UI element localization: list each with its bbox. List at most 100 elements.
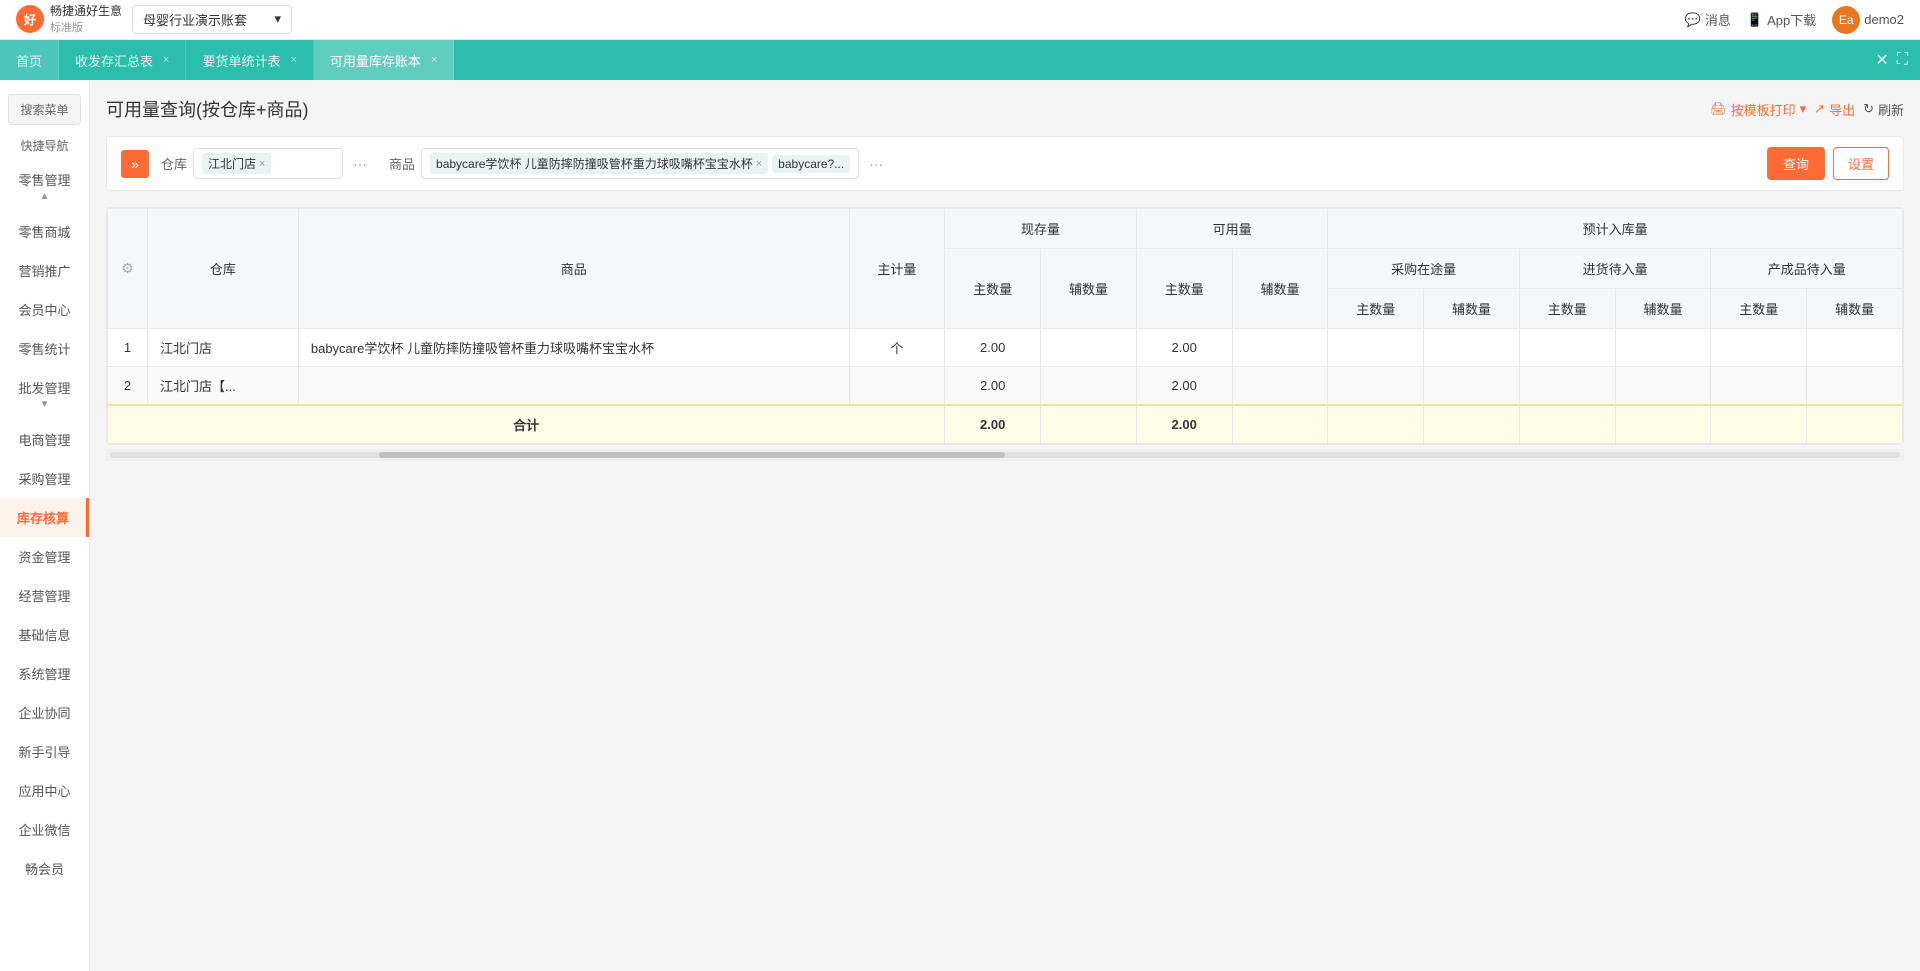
query-button[interactable]: 查询 (1767, 147, 1825, 180)
chevron-icon: ▲ (40, 191, 50, 202)
tab-available-stock-close[interactable]: × (431, 54, 437, 66)
purchase-group-header: 采购在途量 (1328, 249, 1520, 289)
row1-index: 1 (108, 329, 148, 367)
sidebar-item-app-center[interactable]: 应用中心 (0, 771, 89, 810)
sidebar-item-inventory[interactable]: 库存核算 (0, 498, 89, 537)
filter-toggle-btn[interactable]: » (121, 150, 149, 178)
sidebar-item-system[interactable]: 系统管理 (0, 654, 89, 693)
tab-stock-summary[interactable]: 收发存汇总表 × (59, 40, 186, 80)
row1-produce-sub (1807, 329, 1903, 367)
footer-stock-main: 2.00 (945, 405, 1041, 444)
horizontal-scrollbar[interactable] (106, 449, 1904, 461)
row2-avail-sub (1232, 367, 1328, 406)
incoming-sub-header: 辅数量 (1615, 289, 1711, 329)
tab-spacer (454, 40, 1863, 80)
sidebar-item-operations[interactable]: 经营管理 (0, 576, 89, 615)
template-print-label: 按模板打印 (1731, 100, 1796, 119)
unit-col-header: 主计量 (849, 209, 945, 329)
settings-col-header: ⚙ (108, 209, 148, 329)
row2-stock-main: 2.00 (945, 367, 1041, 406)
sidebar-item-wholesale[interactable]: 批发管理 ▼ (0, 368, 89, 420)
goods-tag-2-text: babycare?... (778, 157, 844, 171)
footer-avail-main: 2.00 (1136, 405, 1232, 444)
row2-goods (298, 367, 849, 406)
table-header-row-1: ⚙ 仓库 商品 主计量 现存量 可用量 预计入库量 (108, 209, 1903, 249)
warehouse-filter-input[interactable]: 江北门店 × (193, 148, 343, 179)
scrollbar-thumb[interactable] (379, 452, 1006, 458)
search-menu-btn[interactable]: 搜索菜单 (8, 94, 81, 125)
tab-order-stats-label: 要货单统计表 (202, 51, 280, 70)
sidebar-item-finance[interactable]: 资金管理 (0, 537, 89, 576)
sidebar-item-wholesale-label: 批发管理 (18, 378, 70, 397)
close-window-icon[interactable]: ✕ (1875, 50, 1888, 70)
export-btn[interactable]: ↗ 导出 (1814, 100, 1855, 119)
main-layout: 搜索菜单 快捷导航 零售管理 ▲ 零售商城 营销推广 会员中心 零售统计 批发管… (0, 80, 1920, 971)
table-row: 1 江北门店 babycare学饮杯 儿童防摔防撞吸管杯重力球吸嘴杯宝宝水杯 个… (108, 329, 1903, 367)
forecast-group-header: 预计入库量 (1328, 209, 1903, 249)
sidebar-item-guide[interactable]: 新手引导 (0, 732, 89, 771)
chevron-down-print-icon: ▾ (1800, 101, 1807, 117)
tab-order-stats[interactable]: 要货单统计表 × (186, 40, 313, 80)
row2-index: 2 (108, 367, 148, 406)
tab-home-label: 首页 (16, 51, 42, 70)
chevron-down-icon: ▾ (274, 11, 281, 27)
sidebar-item-member[interactable]: 会员中心 (0, 290, 89, 329)
row2-avail-main: 2.00 (1136, 367, 1232, 406)
export-icon: ↗ (1814, 101, 1825, 117)
user-area[interactable]: Ea demo2 (1832, 6, 1904, 34)
row2-unit (849, 367, 945, 406)
goods-tag-1: babycare学饮杯 儿童防摔防撞吸管杯重力球吸嘴杯宝宝水杯 × (430, 153, 768, 174)
sidebar-item-basic-info-label: 基础信息 (18, 625, 70, 644)
stock-main-header: 主数量 (945, 249, 1041, 329)
sidebar-item-purchase[interactable]: 采购管理 (0, 459, 89, 498)
quick-nav-label[interactable]: 快捷导航 (0, 131, 89, 160)
tab-stock-summary-close[interactable]: × (163, 54, 169, 66)
scrollbar-track (110, 452, 1900, 458)
tab-order-stats-close[interactable]: × (290, 54, 296, 66)
goods-tag-1-text: babycare学饮杯 儿童防摔防撞吸管杯重力球吸嘴杯宝宝水杯 (436, 155, 753, 172)
row1-goods: babycare学饮杯 儿童防摔防撞吸管杯重力球吸嘴杯宝宝水杯 (298, 329, 849, 367)
incoming-main-header: 主数量 (1519, 289, 1615, 329)
data-table: ⚙ 仓库 商品 主计量 现存量 可用量 预计入库量 主数量 辅数量 主数量 辅数… (107, 208, 1903, 444)
warehouse-filter-label: 仓库 (161, 154, 187, 173)
sidebar-item-retail-mgmt[interactable]: 零售管理 ▲ (0, 160, 89, 212)
row1-avail-sub (1232, 329, 1328, 367)
settings-icon[interactable]: ⚙ (121, 260, 134, 276)
goods-filter-input[interactable]: babycare学饮杯 儿童防摔防撞吸管杯重力球吸嘴杯宝宝水杯 × babyca… (421, 148, 859, 179)
row1-incoming-main (1519, 329, 1615, 367)
maximize-icon[interactable]: ⛶ (1897, 51, 1908, 69)
row2-purchase-main (1328, 367, 1424, 406)
industry-select[interactable]: 母婴行业演示账套 ▾ (132, 5, 292, 34)
produce-sub-header: 辅数量 (1807, 289, 1903, 329)
chevron-right-icon: » (131, 156, 139, 172)
tab-available-stock[interactable]: 可用量库存账本 × (314, 40, 454, 80)
top-bar-right: 💬 消息 📱 App下载 Ea demo2 (1685, 6, 1904, 34)
warehouse-tag-remove[interactable]: × (259, 158, 265, 170)
export-label: 导出 (1829, 100, 1855, 119)
row2-produce-main (1711, 367, 1807, 406)
goods-filter-more[interactable]: ··· (865, 156, 887, 172)
sidebar-item-retail-stats[interactable]: 零售统计 (0, 329, 89, 368)
sidebar-item-retail-mall[interactable]: 零售商城 (0, 212, 89, 251)
page-title-text: 可用量查询(按仓库+商品) (106, 96, 309, 122)
sidebar-item-member2[interactable]: 畅会员 (0, 849, 89, 888)
footer-purchase-sub (1424, 405, 1520, 444)
sidebar-item-basic-info[interactable]: 基础信息 (0, 615, 89, 654)
avatar: Ea (1832, 6, 1860, 34)
sidebar-item-finance-label: 资金管理 (18, 547, 70, 566)
filter-more-dots[interactable]: ··· (349, 156, 371, 172)
app-download-btn[interactable]: 📱 App下载 (1747, 10, 1816, 29)
sidebar-item-enterprise[interactable]: 企业协同 (0, 693, 89, 732)
logo-icon: 好 (16, 5, 44, 33)
sidebar-item-marketing[interactable]: 营销推广 (0, 251, 89, 290)
tab-home[interactable]: 首页 (0, 40, 59, 80)
sidebar-item-ecommerce[interactable]: 电商管理 (0, 420, 89, 459)
goods-tag-1-remove[interactable]: × (756, 158, 762, 170)
sidebar-item-ecommerce-label: 电商管理 (18, 430, 70, 449)
setting-button[interactable]: 设置 (1833, 147, 1889, 180)
message-btn[interactable]: 💬 消息 (1685, 10, 1731, 29)
template-print-btn[interactable]: 🖨 按模板打印 ▾ (1710, 100, 1806, 119)
sidebar-item-wechat[interactable]: 企业微信 (0, 810, 89, 849)
refresh-btn[interactable]: ↻ 刷新 (1863, 100, 1904, 119)
page-title-row: 可用量查询(按仓库+商品) 🖨 按模板打印 ▾ ↗ 导出 ↻ 刷新 (106, 96, 1904, 122)
